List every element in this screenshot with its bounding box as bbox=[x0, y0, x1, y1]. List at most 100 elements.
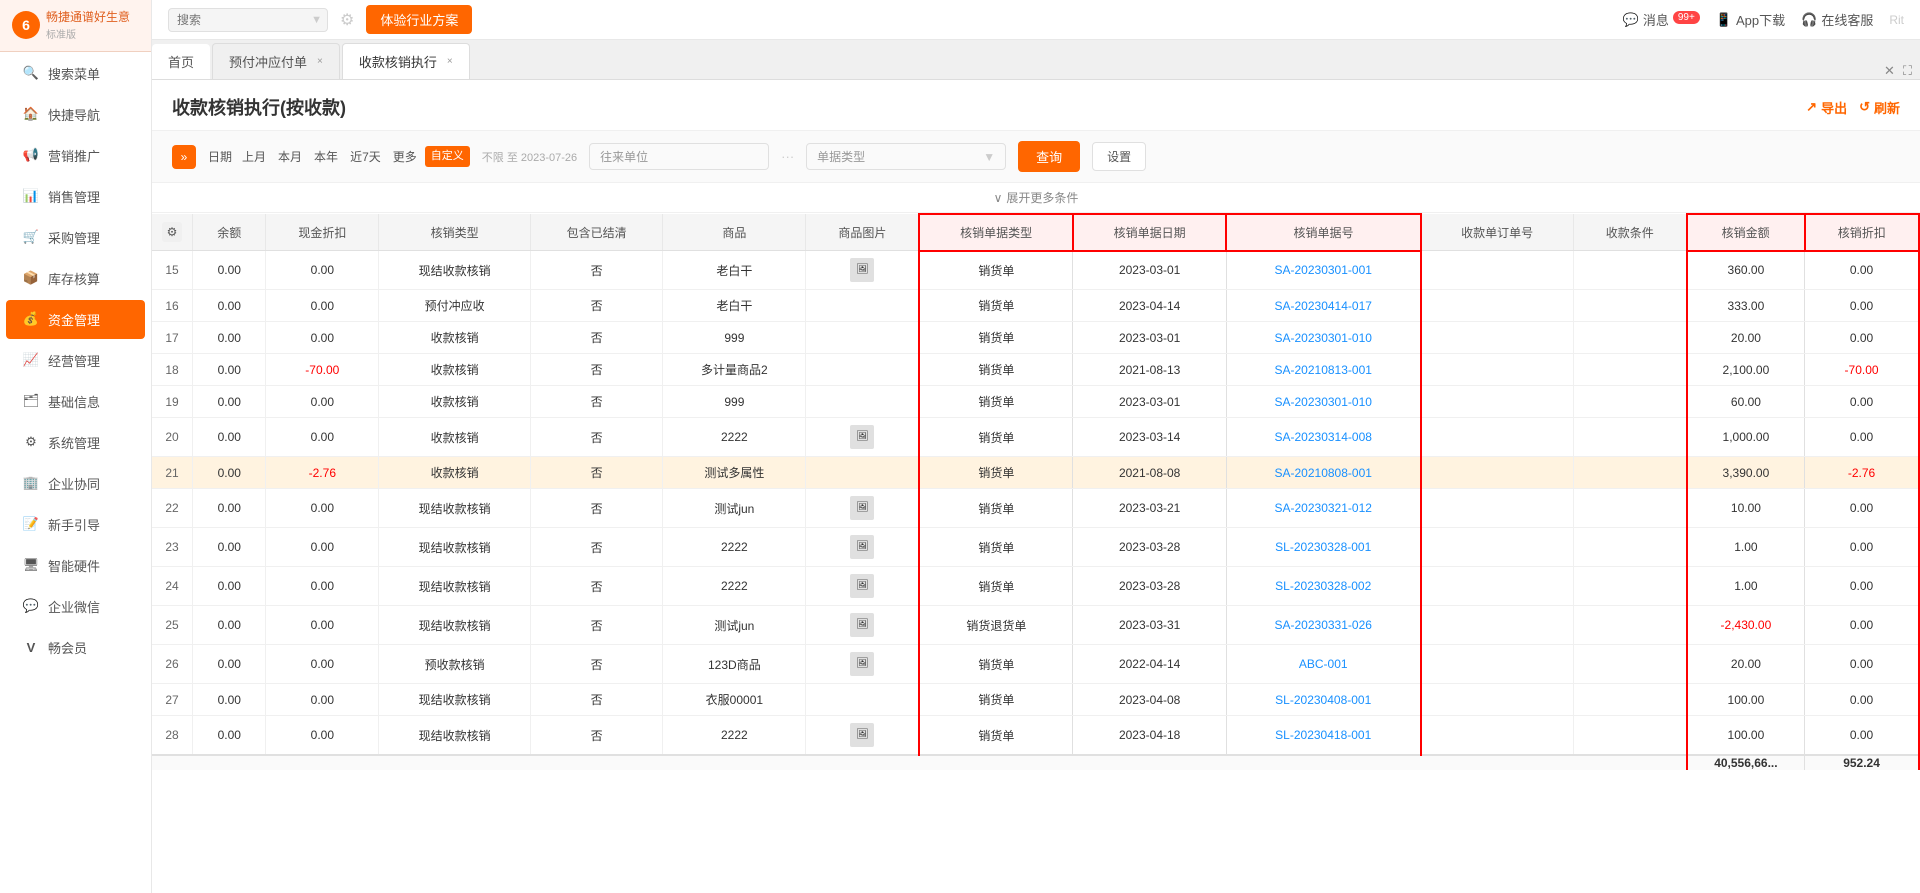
cell-order-no bbox=[1421, 606, 1574, 645]
sidebar-item-inventory[interactable]: 📦 库存核算 bbox=[6, 259, 145, 298]
sidebar-item-wechat[interactable]: 💬 企业微信 bbox=[6, 587, 145, 626]
tab-collection-close[interactable]: × bbox=[447, 56, 453, 67]
cell-doc-no[interactable]: SA-20230321-012 bbox=[1226, 489, 1420, 528]
tab-prepay-close[interactable]: × bbox=[317, 56, 323, 67]
doc-no-link[interactable]: SA-20230321-012 bbox=[1275, 501, 1372, 515]
col-cash-discount: 现金折扣 bbox=[266, 214, 379, 251]
cell-doc-type: 销货单 bbox=[919, 567, 1072, 606]
sidebar-item-guide[interactable]: 📝 新手引导 bbox=[6, 505, 145, 544]
doc-no-link[interactable]: SA-20230414-017 bbox=[1275, 299, 1372, 313]
tab-collection[interactable]: 收款核销执行 × bbox=[342, 43, 470, 79]
cell-doc-no[interactable]: SA-20230301-001 bbox=[1226, 251, 1420, 290]
settings-icon[interactable]: ⚙ bbox=[162, 222, 182, 242]
close-window-icon[interactable]: ✕ bbox=[1884, 63, 1895, 79]
cell-condition bbox=[1573, 322, 1686, 354]
cell-doc-no[interactable]: SA-20230301-010 bbox=[1226, 386, 1420, 418]
cell-write-off-discount: 0.00 bbox=[1805, 290, 1919, 322]
doc-no-link[interactable]: SA-20230301-010 bbox=[1275, 331, 1372, 345]
sidebar-item-smart-hw[interactable]: 🖥 智能硬件 bbox=[6, 546, 145, 585]
topbar: ▼ ⚙ 体验行业方案 💬 消息 99+ 📱 App下载 🎧 在线客服 Rit bbox=[152, 0, 1920, 40]
doc-no-link[interactable]: ABC-001 bbox=[1299, 657, 1348, 671]
sidebar-logo: 6 畅捷通谱好生意 标准版 bbox=[0, 0, 151, 52]
col-include-settled: 包含已结清 bbox=[531, 214, 663, 251]
refresh-btn[interactable]: ↺ 刷新 bbox=[1859, 98, 1900, 117]
doc-no-link[interactable]: SL-20230328-002 bbox=[1275, 579, 1371, 593]
doc-no-link[interactable]: SA-20230331-026 bbox=[1275, 618, 1372, 632]
sidebar-item-system[interactable]: ⚙ 系统管理 bbox=[6, 423, 145, 462]
doc-no-link[interactable]: SL-20230328-001 bbox=[1275, 540, 1371, 554]
sidebar-item-marketing[interactable]: 📢 营销推广 bbox=[6, 136, 145, 175]
cell-amount: 1,000.00 bbox=[1687, 418, 1805, 457]
cell-settled: 否 bbox=[531, 567, 663, 606]
fullscreen-icon[interactable]: ⛶ bbox=[1903, 63, 1912, 79]
cell-doc-date: 2023-03-21 bbox=[1073, 489, 1226, 528]
doc-no-link[interactable]: SA-20210808-001 bbox=[1275, 466, 1372, 480]
query-btn[interactable]: 查询 bbox=[1018, 141, 1080, 172]
more-date-btn[interactable]: 更多 bbox=[389, 146, 421, 167]
table-row: 22 0.00 0.00 现结收款核销 否 测试jun 🖼 销货单 2023-0… bbox=[152, 489, 1919, 528]
cell-doc-type: 销货单 bbox=[919, 418, 1072, 457]
cell-doc-no[interactable]: SL-20230328-001 bbox=[1226, 528, 1420, 567]
this-month-btn[interactable]: 本月 bbox=[274, 146, 306, 167]
sidebar-item-member[interactable]: V 畅会员 bbox=[6, 628, 145, 667]
cell-discount: -70.00 bbox=[266, 354, 379, 386]
last-7-days-btn[interactable]: 近7天 bbox=[346, 146, 385, 167]
cell-settled: 否 bbox=[531, 386, 663, 418]
cell-doc-no[interactable]: SA-20230414-017 bbox=[1226, 290, 1420, 322]
search-input[interactable] bbox=[168, 8, 328, 32]
cell-type: 现结收款核销 bbox=[379, 606, 531, 645]
cell-doc-no[interactable]: SL-20230408-001 bbox=[1226, 684, 1420, 716]
sidebar-item-basic-info[interactable]: 🗂 基础信息 bbox=[6, 382, 145, 421]
col-settings[interactable]: ⚙ bbox=[152, 214, 193, 251]
cell-condition bbox=[1573, 567, 1686, 606]
cell-doc-no[interactable]: SA-20230301-010 bbox=[1226, 322, 1420, 354]
cell-doc-no[interactable]: SA-20230331-026 bbox=[1226, 606, 1420, 645]
filter-expand-btn[interactable]: » bbox=[172, 145, 196, 169]
message-btn[interactable]: 💬 消息 99+ bbox=[1623, 10, 1700, 29]
doc-no-link[interactable]: SA-20210813-001 bbox=[1275, 363, 1372, 377]
cell-amount: 60.00 bbox=[1687, 386, 1805, 418]
set-btn[interactable]: 设置 bbox=[1092, 142, 1146, 171]
partner-input[interactable]: 往来单位 bbox=[589, 143, 769, 170]
export-btn[interactable]: ↗ 导出 bbox=[1806, 98, 1847, 117]
sidebar-item-search-menu[interactable]: 🔍 搜索菜单 bbox=[6, 54, 145, 93]
sidebar-item-quick-nav[interactable]: 🏠 快捷导航 bbox=[6, 95, 145, 134]
doc-no-link[interactable]: SA-20230301-010 bbox=[1275, 395, 1372, 409]
cell-goods: 2222 bbox=[663, 418, 806, 457]
custom-date-btn[interactable]: 自定义 bbox=[425, 146, 470, 167]
sidebar-item-sales[interactable]: 📊 销售管理 bbox=[6, 177, 145, 216]
doc-no-link[interactable]: SA-20230301-001 bbox=[1275, 263, 1372, 277]
cell-doc-no[interactable]: SL-20230418-001 bbox=[1226, 716, 1420, 756]
cell-goods-img bbox=[806, 386, 919, 418]
service-btn[interactable]: 🎧 在线客服 bbox=[1801, 10, 1873, 29]
footer-total-amount: 40,556,66... bbox=[1687, 755, 1805, 770]
cell-doc-no[interactable]: SA-20230314-008 bbox=[1226, 418, 1420, 457]
doc-no-link[interactable]: SL-20230418-001 bbox=[1275, 728, 1371, 742]
tab-home[interactable]: 首页 bbox=[152, 44, 210, 79]
cell-order-no bbox=[1421, 251, 1574, 290]
tab-prepay[interactable]: 预付冲应付单 × bbox=[212, 43, 340, 79]
sidebar-item-operation[interactable]: 📈 经营管理 bbox=[6, 341, 145, 380]
cell-doc-no[interactable]: ABC-001 bbox=[1226, 645, 1420, 684]
this-year-btn[interactable]: 本年 bbox=[310, 146, 342, 167]
filter-bar: » 日期 上月 本月 本年 近7天 更多 自定义 不限 至 2023-07-26… bbox=[152, 131, 1920, 183]
cell-doc-no[interactable]: SA-20210813-001 bbox=[1226, 354, 1420, 386]
expand-more-bar[interactable]: ∨ 展开更多条件 bbox=[152, 183, 1920, 213]
sidebar-item-purchase[interactable]: 🛒 采购管理 bbox=[6, 218, 145, 257]
app-download-btn[interactable]: 📱 App下载 bbox=[1716, 10, 1785, 29]
cell-doc-no[interactable]: SA-20210808-001 bbox=[1226, 457, 1420, 489]
cell-doc-no[interactable]: SL-20230328-002 bbox=[1226, 567, 1420, 606]
cell-write-off-discount: 0.00 bbox=[1805, 418, 1919, 457]
cell-goods-img: 🖼 bbox=[806, 528, 919, 567]
last-month-btn[interactable]: 上月 bbox=[238, 146, 270, 167]
system-icon: ⚙ bbox=[22, 433, 40, 451]
sidebar-item-company[interactable]: 🏢 企业协同 bbox=[6, 464, 145, 503]
sidebar-label-company: 企业协同 bbox=[48, 474, 100, 493]
doc-no-link[interactable]: SA-20230314-008 bbox=[1275, 430, 1372, 444]
industry-btn[interactable]: 体验行业方案 bbox=[366, 5, 472, 34]
type-select[interactable]: 单据类型 ▼ bbox=[806, 143, 1006, 170]
sidebar-item-finance[interactable]: 💰 资金管理 bbox=[6, 300, 145, 339]
date-value-display: 不限 至 2023-07-26 bbox=[482, 149, 577, 165]
doc-no-link[interactable]: SL-20230408-001 bbox=[1275, 693, 1371, 707]
gear-icon[interactable]: ⚙ bbox=[340, 10, 354, 30]
